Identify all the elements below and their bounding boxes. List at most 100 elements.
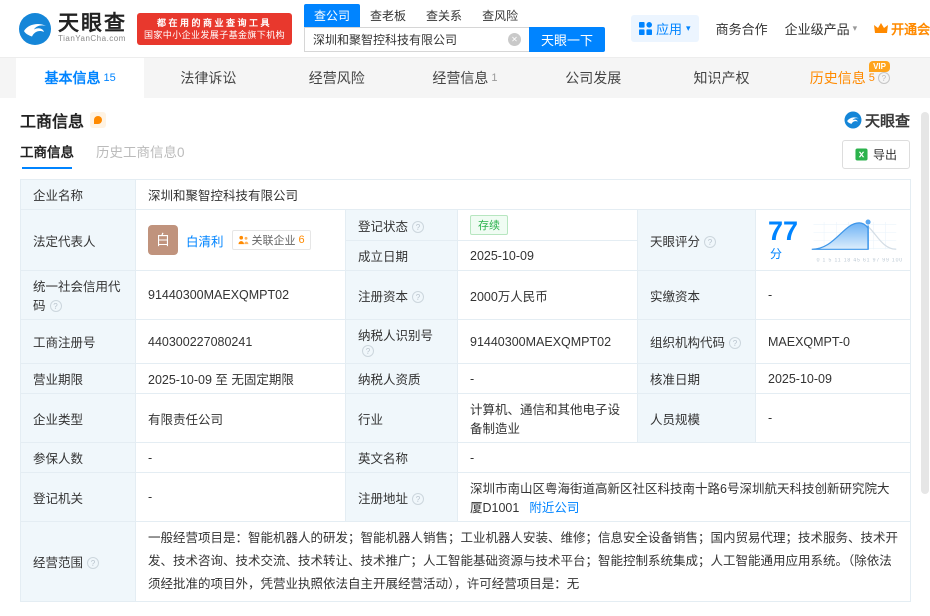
label-reg-address: 注册地址? [345, 472, 458, 522]
label-approval-date: 核准日期 [637, 363, 756, 394]
label-tianyan-score: 天眼评分? [637, 209, 756, 271]
help-icon[interactable]: ? [704, 235, 717, 248]
value-english-name: - [456, 442, 912, 473]
tianyancha-logo-icon [844, 111, 862, 129]
apps-menu[interactable]: 应用 ▾ [631, 15, 699, 42]
table-row: 登记机关 - 注册地址? 深圳市南山区粤海街道高新区社区科技南十路6号深圳航天科… [20, 472, 912, 522]
slogan-badge: 都在用的商业查询工具 国家中小企业发展子基金旗下机构 [137, 12, 293, 45]
help-icon[interactable]: ? [49, 300, 62, 312]
label-insured-count: 参保人数 [20, 442, 136, 473]
help-icon[interactable]: ? [412, 492, 425, 505]
tab-intellectual-property[interactable]: 知识产权 [657, 58, 785, 98]
score-number: 77 [768, 216, 799, 246]
search-button[interactable]: 天眼一下 [529, 27, 606, 52]
score-axis-ticks: 0 1 5 11 18 45 61 97 99 100 [816, 257, 903, 263]
help-icon[interactable]: ? [877, 72, 890, 84]
main-tabbar: 基本信息 15 法律诉讼 经营风险 经营信息 1 公司发展 知识产权 VIP 历… [0, 58, 930, 98]
subtab-history-business-info[interactable]: 历史工商信息0 [96, 141, 185, 169]
business-info-table: 企业名称 深圳和聚智控科技有限公司 法定代表人 白 白清利 关联企业 6 登记状… [20, 179, 912, 603]
help-icon[interactable]: ? [412, 290, 425, 303]
value-industry: 计算机、通信和其他电子设备制造业 [457, 393, 638, 443]
watermark-logo: 天眼查 [844, 110, 910, 131]
label-company-name: 企业名称 [20, 179, 136, 210]
search-tab-risk[interactable]: 查风险 [472, 4, 528, 27]
status-badge: 存续 [470, 215, 508, 235]
tab-basic-info[interactable]: 基本信息 15 [16, 58, 145, 98]
value-company-type: 有限责任公司 [135, 393, 346, 443]
tab-label: 历史信息 [809, 70, 866, 86]
tab-count: 15 [103, 72, 116, 84]
help-icon[interactable]: ? [362, 345, 374, 357]
value-org-code: MAEXQMPT-0 [754, 319, 912, 364]
search-tab-company[interactable]: 查公司 [304, 4, 361, 27]
page-scrollbar[interactable] [921, 112, 929, 494]
relation-icon [238, 235, 248, 245]
value-reg-capital: 2000万人民币 [457, 270, 638, 320]
subtab-current-business-info[interactable]: 工商信息 [20, 141, 74, 169]
value-reg-number: 440300227080241 [135, 319, 346, 364]
tab-history-info[interactable]: VIP 历史信息 5 ? [786, 58, 914, 98]
value-taxpayer-quality: - [457, 363, 638, 394]
value-legal-rep: 白 白清利 关联企业 6 [135, 209, 346, 271]
search-input[interactable] [304, 27, 530, 52]
value-approval-date: 2025-10-09 [754, 363, 912, 394]
help-icon[interactable]: ? [87, 557, 100, 570]
tianyancha-logo[interactable]: 天眼查 TianYanCha.com [18, 12, 127, 46]
label-taxpayer-quality: 纳税人资质 [345, 363, 458, 394]
slogan-line2: 国家中小企业发展子基金旗下机构 [144, 29, 286, 40]
table-row: 统一社会信用代码? 91440300MAEXQMPT02 注册资本? 2000万… [20, 270, 912, 320]
export-button[interactable]: 导出 [841, 140, 910, 169]
tianyancha-logo-icon [19, 12, 51, 45]
value-tianyan-score[interactable]: 77分 0 1 5 11 18 45 61 97 99 100 [754, 209, 912, 271]
related-companies-label: 关联企业 [251, 235, 296, 247]
nav-enterprise[interactable]: 企业级产品 ▾ [785, 19, 858, 38]
nav-cooperation[interactable]: 商务合作 [716, 19, 768, 38]
value-business-term: 2025-10-09 至 无固定期限 [135, 363, 346, 394]
header-nav: 应用 ▾ 商务合作 企业级产品 ▾ 开通会员 ▾ 费米 ▾ [631, 15, 930, 42]
label-reg-authority: 登记机关 [20, 472, 136, 522]
search-tab-boss[interactable]: 查老板 [360, 4, 416, 27]
tab-operation-risk[interactable]: 经营风险 [273, 58, 401, 98]
table-row: 工商注册号 440300227080241 纳税人识别号? 91440300MA… [20, 319, 912, 364]
tab-company-development[interactable]: 公司发展 [529, 58, 657, 98]
crown-icon [874, 22, 889, 33]
search-tab-relation[interactable]: 查关系 [416, 4, 472, 27]
value-reg-address: 深圳市南山区粤海街道高新区社区科技南十路6号深圳航天科技创新研究院大厦D1001… [456, 472, 912, 522]
value-business-scope: 一般经营项目是：智能机器人的研发；智能机器人销售；工业机器人安装、维修；信息安全… [134, 520, 912, 603]
label-reg-capital: 注册资本? [345, 270, 458, 320]
related-companies-badge[interactable]: 关联企业 6 [231, 230, 311, 250]
score-distribution-chart: 0 1 5 11 18 45 61 97 99 100 [810, 217, 903, 264]
table-row: 企业名称 深圳和聚智控科技有限公司 [20, 179, 912, 210]
search-box: 查公司 查老板 查关系 查风险 ✕ 天眼一下 [304, 4, 606, 52]
logo-title: 天眼查 [58, 12, 127, 35]
legal-rep-name-link[interactable]: 白清利 [186, 231, 224, 250]
table-row: 经营范围? 一般经营项目是：智能机器人的研发；智能机器人销售；工业机器人安装、维… [20, 520, 912, 603]
watermark-text: 天眼查 [864, 112, 910, 130]
help-icon[interactable]: ? [412, 220, 425, 233]
value-company-name: 深圳和聚智控科技有限公司 [134, 179, 912, 210]
legal-rep-avatar[interactable]: 白 [148, 225, 178, 255]
table-row: 企业类型 有限责任公司 行业 计算机、通信和其他电子设备制造业 人员规模 - [20, 393, 912, 443]
slogan-line1: 都在用的商业查询工具 [157, 17, 273, 28]
table-row: 参保人数 - 英文名称 - [20, 442, 912, 473]
value-reg-authority: - [135, 472, 346, 522]
tab-label: 经营信息 [432, 70, 489, 86]
label-english-name: 英文名称 [345, 442, 458, 473]
tab-legal[interactable]: 法律诉讼 [144, 58, 272, 98]
nearby-companies-link[interactable]: 附近公司 [529, 501, 579, 515]
nav-open-vip[interactable]: 开通会员 ▾ [874, 19, 930, 38]
label-business-term: 营业期限 [20, 363, 136, 394]
help-icon[interactable]: ? [729, 337, 742, 349]
value-credit-code: 91440300MAEXQMPT02 [135, 270, 346, 320]
tab-operation-info[interactable]: 经营信息 1 [401, 58, 529, 98]
vip-badge: VIP [869, 61, 890, 72]
label-establish-date: 成立日期 [345, 240, 458, 271]
value-taxpayer-id: 91440300MAEXQMPT02 [457, 319, 638, 364]
value-insured-count: - [135, 442, 346, 473]
value-reg-status: 存续 [457, 209, 638, 241]
clear-icon[interactable]: ✕ [508, 33, 522, 46]
logo-subtitle: TianYanCha.com [58, 34, 126, 43]
label-reg-status: 登记状态? [345, 209, 458, 241]
business-info-section: 工商信息 天眼查 工商信息 历史工商信息0 导出 企业名称 深圳和聚智控科技有限… [0, 98, 930, 616]
section-title: 工商信息 [20, 114, 85, 131]
